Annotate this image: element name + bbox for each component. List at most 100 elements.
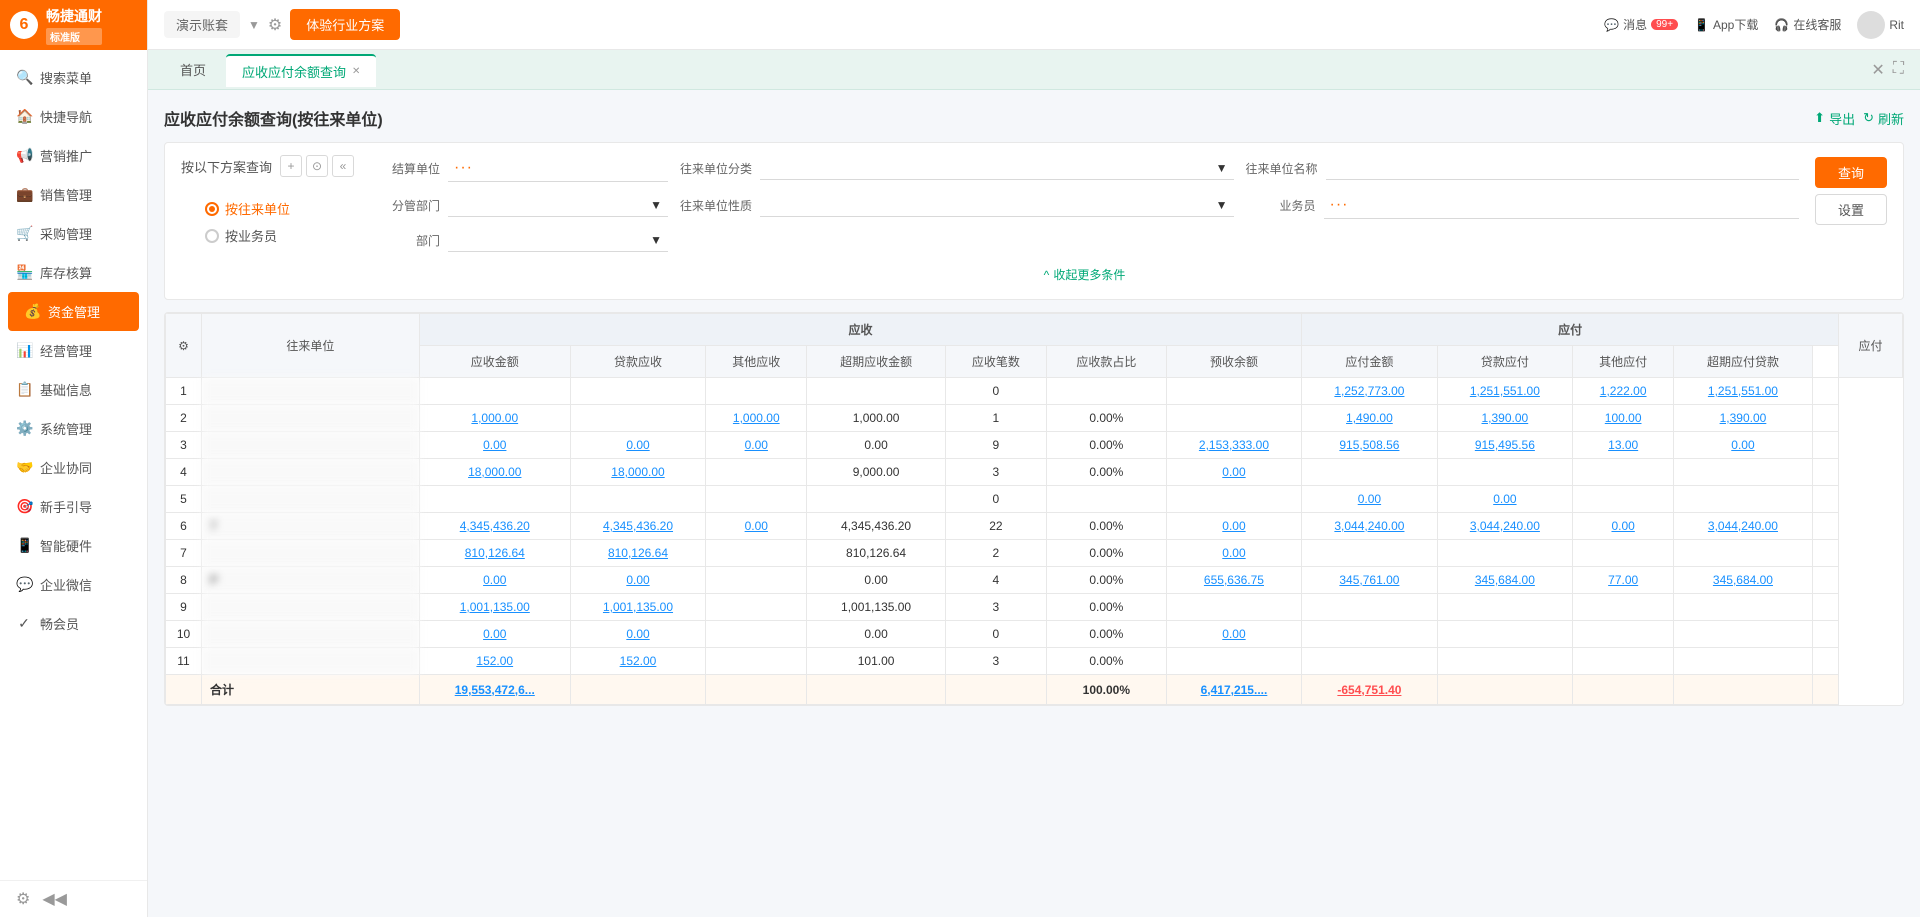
td-cell[interactable]: 0.00 (1302, 486, 1437, 513)
company-name[interactable]: 演示账套 (164, 11, 240, 38)
td-cell[interactable]: 0.00 (1166, 621, 1301, 648)
filter-option-by-unit[interactable]: 按往来单位 (197, 195, 354, 222)
td-cell[interactable]: 77.00 (1573, 567, 1674, 594)
sidebar-item-search[interactable]: 🔍 搜索菜单 (0, 58, 147, 97)
td-cell[interactable]: 0.00 (570, 567, 705, 594)
tab-maximize-icon[interactable]: ⛶ (1893, 60, 1904, 80)
query-btn[interactable]: 查询 (1815, 157, 1887, 188)
td-cell[interactable]: 915,508.56 (1302, 432, 1437, 459)
td-cell[interactable]: 18,000.00 (419, 459, 570, 486)
td-cell[interactable]: 1,490.00 (1302, 405, 1437, 432)
filter-collapse-btn[interactable]: ^ 收起更多条件 (1040, 262, 1130, 287)
td-cell[interactable]: 810,126.64 (570, 540, 705, 567)
td-cell[interactable]: 0.00 (419, 621, 570, 648)
td-cell[interactable]: 3,044,240.00 (1674, 513, 1812, 540)
td-cell[interactable]: 18,000.00 (570, 459, 705, 486)
th-settings[interactable]: ⚙ (166, 314, 202, 378)
td-cell[interactable]: 0.00 (1573, 513, 1674, 540)
sidebar-item-enterprise[interactable]: 🤝 企业协同 (0, 448, 147, 487)
notifications-btn[interactable]: 💬 消息 99+ (1604, 16, 1678, 33)
td-cell[interactable]: 655,636.75 (1166, 567, 1301, 594)
td-cell[interactable]: 13.00 (1573, 432, 1674, 459)
refresh-btn[interactable]: ↻ 刷新 (1863, 109, 1904, 128)
td-cell[interactable]: 0.00 (1437, 486, 1572, 513)
sidebar-item-capital[interactable]: 💰 资金管理 (8, 292, 139, 331)
td-cell[interactable]: 1,000.00 (419, 405, 570, 432)
partner-nature-input[interactable]: ▼ (760, 194, 1233, 217)
td-cell[interactable]: 1,252,773.00 (1302, 378, 1437, 405)
dept-input[interactable]: ▼ (448, 229, 668, 252)
td-cell[interactable]: 0.00 (706, 513, 807, 540)
tab-close-window-icon[interactable]: ✕ (1871, 60, 1884, 80)
sidebar-item-basic-info[interactable]: 📋 基础信息 (0, 370, 147, 409)
td-cell[interactable]: 100.00 (1573, 405, 1674, 432)
td-cell[interactable]: 0.00 (1166, 540, 1301, 567)
td-cell[interactable]: 1,390.00 (1437, 405, 1572, 432)
sidebar-item-operation[interactable]: 📊 经营管理 (0, 331, 147, 370)
settlement-unit-input[interactable]: ··· (448, 155, 668, 182)
total-ar-prepay-cell[interactable]: 6,417,215.... (1166, 675, 1301, 705)
filter-option-by-salesman[interactable]: 按业务员 (197, 222, 354, 249)
sidebar-item-wechat[interactable]: 💬 企业微信 (0, 565, 147, 604)
filter-edit-btn[interactable]: ⊙ (306, 155, 328, 177)
td-cell[interactable]: 1,000.00 (706, 405, 807, 432)
td-cell[interactable]: 0.00 (1166, 459, 1301, 486)
td-cell[interactable]: 4,345,436.20 (419, 513, 570, 540)
tab-close-icon[interactable]: ✕ (352, 66, 360, 77)
app-download-btn[interactable]: 📱 App下载 (1694, 16, 1758, 33)
partner-name-input[interactable] (1326, 157, 1799, 180)
partner-category-input[interactable]: ▼ (760, 157, 1233, 180)
sidebar-collapse-icon[interactable]: ◀◀ (42, 889, 67, 909)
sidebar-item-inventory[interactable]: 🏪 库存核算 (0, 253, 147, 292)
total-ap-amount-cell[interactable]: -654,751.40 (1302, 675, 1437, 705)
td-cell[interactable]: 810,126.64 (419, 540, 570, 567)
td-cell[interactable]: 0.00 (419, 432, 570, 459)
user-name-area[interactable]: Rit (1857, 11, 1904, 39)
tab-home[interactable]: 首页 (164, 54, 222, 85)
td-cell[interactable]: 1,001,135.00 (570, 594, 705, 621)
industry-btn[interactable]: 体验行业方案 (290, 9, 400, 40)
td-cell[interactable]: 345,684.00 (1437, 567, 1572, 594)
td-cell[interactable]: 0.00 (570, 432, 705, 459)
td-cell[interactable]: 345,684.00 (1674, 567, 1812, 594)
td-cell[interactable]: 3,044,240.00 (1302, 513, 1437, 540)
sidebar-item-system[interactable]: ⚙️ 系统管理 (0, 409, 147, 448)
td-cell[interactable]: 1,390.00 (1674, 405, 1812, 432)
td-cell[interactable]: 152.00 (570, 648, 705, 675)
sidebar-item-quick-nav[interactable]: 🏠 快捷导航 (0, 97, 147, 136)
sidebar-item-marketing[interactable]: 📢 营销推广 (0, 136, 147, 175)
sidebar-item-purchase[interactable]: 🛒 采购管理 (0, 214, 147, 253)
filter-collapse-btn[interactable]: « (332, 155, 354, 177)
td-cell[interactable]: 4,345,436.20 (570, 513, 705, 540)
sidebar-item-guide[interactable]: 🎯 新手引导 (0, 487, 147, 526)
set-btn[interactable]: 设置 (1815, 194, 1887, 225)
td-cell[interactable]: 345,761.00 (1302, 567, 1437, 594)
export-btn[interactable]: ⬆ 导出 (1814, 109, 1855, 128)
service-btn[interactable]: 🎧 在线客服 (1774, 16, 1841, 33)
table-scroll[interactable]: ⚙ 往来单位 应收 应付 应付 (165, 313, 1903, 705)
td-cell[interactable]: 0.00 (1166, 513, 1301, 540)
sidebar-item-smart-hw[interactable]: 📱 智能硬件 (0, 526, 147, 565)
td-cell[interactable]: 1,251,551.00 (1437, 378, 1572, 405)
tab-ar-ap[interactable]: 应收应付余额查询 ✕ (226, 54, 376, 87)
sidebar-item-sales[interactable]: 💼 销售管理 (0, 175, 147, 214)
table-settings-icon[interactable]: ⚙ (174, 339, 193, 353)
company-dropdown-icon[interactable]: ▼ (248, 18, 260, 32)
filter-add-btn[interactable]: + (280, 155, 302, 177)
td-cell[interactable]: 915,495.56 (1437, 432, 1572, 459)
dept-mgr-input[interactable]: ▼ (448, 194, 668, 217)
salesman-input[interactable]: ··· (1324, 192, 1800, 219)
td-cell[interactable]: 152.00 (419, 648, 570, 675)
td-cell[interactable]: 2,153,333.00 (1166, 432, 1301, 459)
td-cell[interactable]: 3,044,240.00 (1437, 513, 1572, 540)
td-cell[interactable]: 1,222.00 (1573, 378, 1674, 405)
sidebar-settings-icon[interactable]: ⚙ (16, 889, 30, 909)
td-cell[interactable]: 1,251,551.00 (1674, 378, 1812, 405)
td-cell[interactable]: 0.00 (706, 432, 807, 459)
header-settings-icon[interactable]: ⚙ (268, 15, 282, 35)
td-cell[interactable]: 0.00 (570, 621, 705, 648)
total-ar-amount-cell[interactable]: 19,553,472,6... (419, 675, 570, 705)
td-cell[interactable]: 0.00 (419, 567, 570, 594)
td-cell[interactable]: 1,001,135.00 (419, 594, 570, 621)
td-cell[interactable]: 0.00 (1674, 432, 1812, 459)
